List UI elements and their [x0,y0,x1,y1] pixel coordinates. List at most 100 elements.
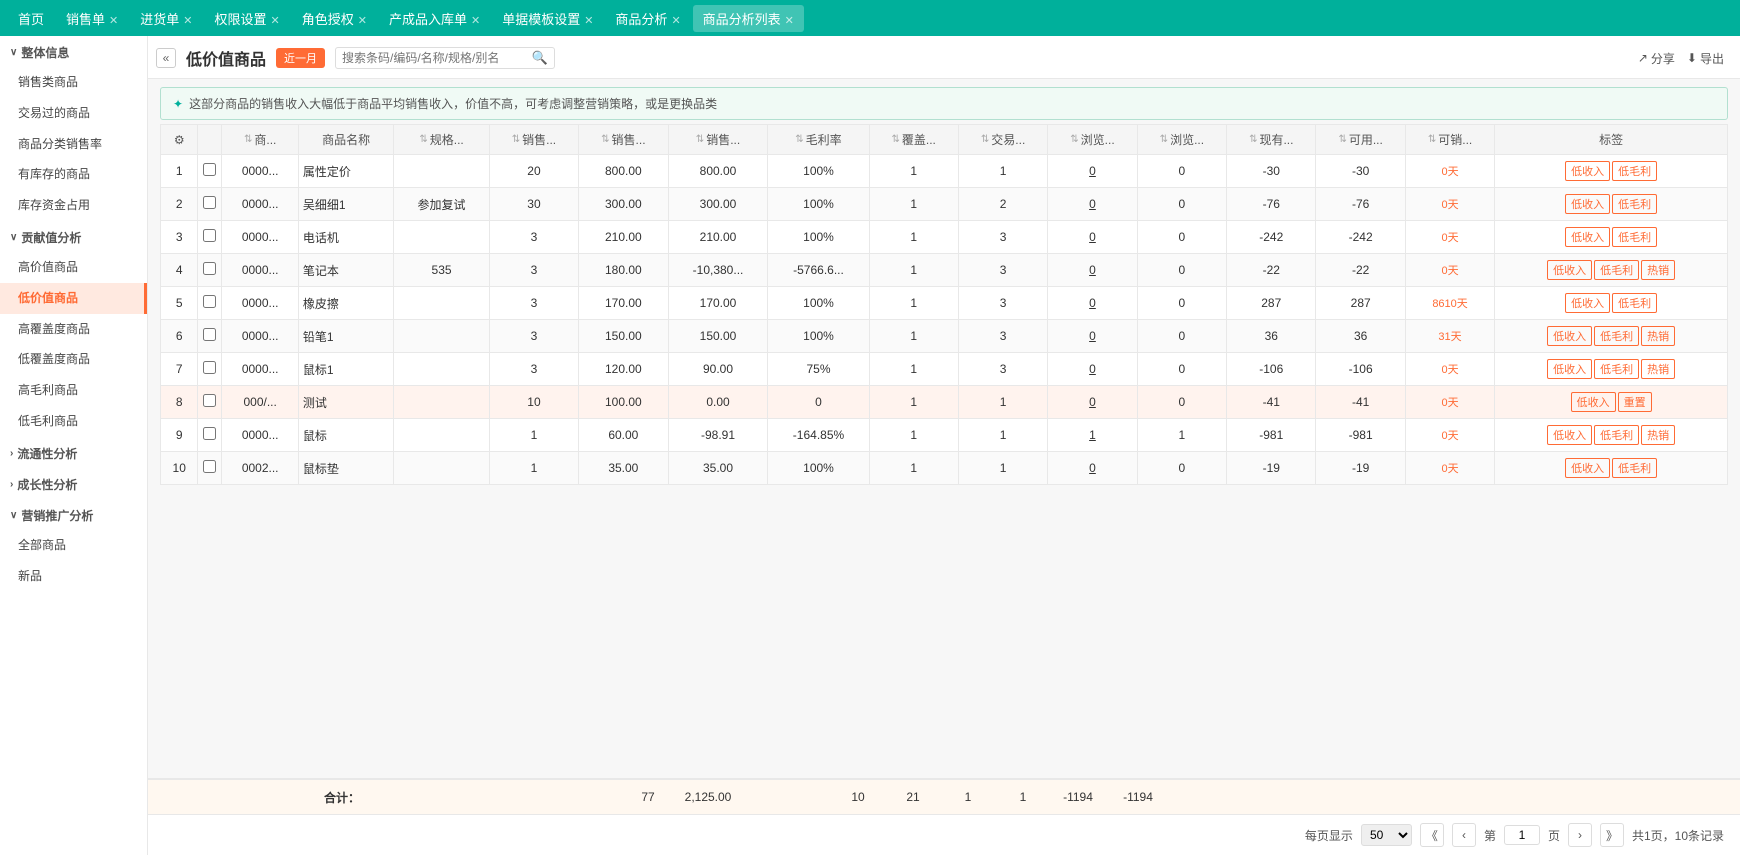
row-browse1[interactable]: 0 [1048,353,1137,386]
sidebar-group-成长性分析[interactable]: ›成长性分析 [0,468,147,499]
row-sales-other: 300.00 [668,188,768,221]
row-browse1[interactable]: 0 [1048,320,1137,353]
row-browse1[interactable]: 0 [1048,155,1137,188]
sidebar-item-库存资金占用[interactable]: 库存资金占用 [0,190,147,221]
col-header-current_stock[interactable]: ⇅现有... [1227,125,1316,155]
row-browse1[interactable]: 0 [1048,221,1137,254]
col-header-gross_rate[interactable]: ⇅毛利率 [768,125,869,155]
row-browse1[interactable]: 0 [1048,386,1137,419]
sidebar-item-低价值商品[interactable]: 低价值商品 [0,283,147,314]
page-input[interactable]: 1 [1504,825,1540,845]
nav-close-icon[interactable]: ✕ [671,15,680,27]
row-checkbox[interactable] [203,328,216,341]
row-current-stock: 287 [1227,287,1316,320]
row-code: 0000... [222,221,299,254]
row-browse1[interactable]: 0 [1048,254,1137,287]
sidebar-item-高毛利商品[interactable]: 高毛利商品 [0,375,147,406]
sidebar-item-高覆盖度商品[interactable]: 高覆盖度商品 [0,314,147,345]
main-content: « 低价值商品 近一月 🔍 ↗ 分享 ⬇ 导出 [148,36,1740,855]
nav-item-首页[interactable]: 首页 [8,5,54,32]
row-browse1[interactable]: 1 [1048,419,1137,452]
nav-item-权限设置[interactable]: 权限设置✕ [204,5,289,32]
row-browse1[interactable]: 0 [1048,452,1137,485]
nav-item-销售单[interactable]: 销售单✕ [56,5,128,32]
row-spec [394,452,489,485]
row-spec [394,287,489,320]
sidebar-item-销售类商品[interactable]: 销售类商品 [0,67,147,98]
share-button[interactable]: ↗ 分享 [1638,50,1675,67]
nav-close-icon[interactable]: ✕ [584,15,593,27]
next-page-button[interactable]: › [1568,823,1592,847]
nav-item-商品分析[interactable]: 商品分析✕ [605,5,690,32]
row-sales-other: -98.91 [668,419,768,452]
nav-close-icon[interactable]: ✕ [785,15,794,27]
nav-close-icon[interactable]: ✕ [471,15,480,27]
sidebar-item-全部商品[interactable]: 全部商品 [0,530,147,561]
row-tags: 低收入低毛利 [1495,188,1728,221]
col-header-trade[interactable]: ⇅交易... [958,125,1047,155]
row-checkbox[interactable] [203,460,216,473]
search-input[interactable] [342,51,532,65]
row-code: 0000... [222,155,299,188]
collapse-button[interactable]: « [156,48,176,68]
col-header-saleable[interactable]: ⇅可销... [1405,125,1494,155]
sidebar-item-高价值商品[interactable]: 高价值商品 [0,252,147,283]
col-header-browse2[interactable]: ⇅浏览... [1137,125,1226,155]
row-checkbox[interactable] [203,163,216,176]
nav-item-产成品入库单[interactable]: 产成品入库单✕ [379,5,490,32]
first-page-button[interactable]: 《 [1420,823,1444,847]
row-checkbox-cell [198,254,222,287]
page-size-select[interactable]: 50 100 [1361,824,1412,846]
total-cell: 1 [938,790,998,804]
nav-item-进货单[interactable]: 进货单✕ [130,5,202,32]
row-sales-qty: 1 [489,452,578,485]
col-header-code[interactable]: ⇅商... [222,125,299,155]
tag-低毛利: 低毛利 [1594,425,1639,445]
sidebar-group-贡献值分析[interactable]: ∨贡献值分析 [0,221,147,252]
nav-close-icon[interactable]: ✕ [109,15,118,27]
col-header-browse1[interactable]: ⇅浏览... [1048,125,1137,155]
row-coverage: 1 [869,353,958,386]
row-checkbox[interactable] [203,196,216,209]
row-sales-amount: 210.00 [579,221,668,254]
row-checkbox[interactable] [203,361,216,374]
nav-item-单据模板设置[interactable]: 单据模板设置✕ [492,5,603,32]
sidebar-item-有库存的商品[interactable]: 有库存的商品 [0,159,147,190]
col-header-available[interactable]: ⇅可用... [1316,125,1405,155]
row-checkbox[interactable] [203,262,216,275]
col-header-spec[interactable]: ⇅规格... [394,125,489,155]
nav-close-icon[interactable]: ✕ [271,15,280,27]
sidebar-item-交易过的商品[interactable]: 交易过的商品 [0,98,147,129]
sidebar-item-低覆盖度商品[interactable]: 低覆盖度商品 [0,344,147,375]
nav-close-icon[interactable]: ✕ [183,15,192,27]
table-row: 40000...笔记本5353180.00-10,380...-5766.6..… [161,254,1728,287]
sidebar-group-营销推广分析[interactable]: ∨营销推广分析 [0,499,147,530]
sidebar-group-流通性分析[interactable]: ›流通性分析 [0,437,147,468]
sort-icon: ⇅ [244,134,252,145]
sidebar-item-新品[interactable]: 新品 [0,561,147,592]
nav-item-商品分析列表[interactable]: 商品分析列表✕ [693,5,804,32]
row-browse1[interactable]: 0 [1048,188,1137,221]
col-header-coverage[interactable]: ⇅覆盖... [869,125,958,155]
last-page-button[interactable]: 》 [1600,823,1624,847]
table-wrapper[interactable]: ⚙⇅商...商品名称⇅规格...⇅销售...⇅销售...⇅销售...⇅毛利率⇅覆… [160,124,1728,778]
export-button[interactable]: ⬇ 导出 [1687,50,1724,67]
prev-page-button[interactable]: ‹ [1452,823,1476,847]
row-checkbox[interactable] [203,394,216,407]
search-icon[interactable]: 🔍 [532,50,548,66]
row-browse1[interactable]: 0 [1048,287,1137,320]
sidebar-item-商品分类销售率[interactable]: 商品分类销售率 [0,129,147,160]
sidebar-group-整体信息[interactable]: ∨整体信息 [0,36,147,67]
row-num: 4 [161,254,198,287]
nav-item-角色授权[interactable]: 角色授权✕ [292,5,377,32]
col-header-sales_amount[interactable]: ⇅销售... [579,125,668,155]
row-code: 0000... [222,287,299,320]
col-header-sales_other[interactable]: ⇅销售... [668,125,768,155]
col-header-sales_qty[interactable]: ⇅销售... [489,125,578,155]
row-checkbox[interactable] [203,427,216,440]
row-checkbox[interactable] [203,295,216,308]
time-filter-button[interactable]: 近一月 [276,48,325,68]
sidebar-item-低毛利商品[interactable]: 低毛利商品 [0,406,147,437]
nav-close-icon[interactable]: ✕ [358,15,367,27]
row-checkbox[interactable] [203,229,216,242]
